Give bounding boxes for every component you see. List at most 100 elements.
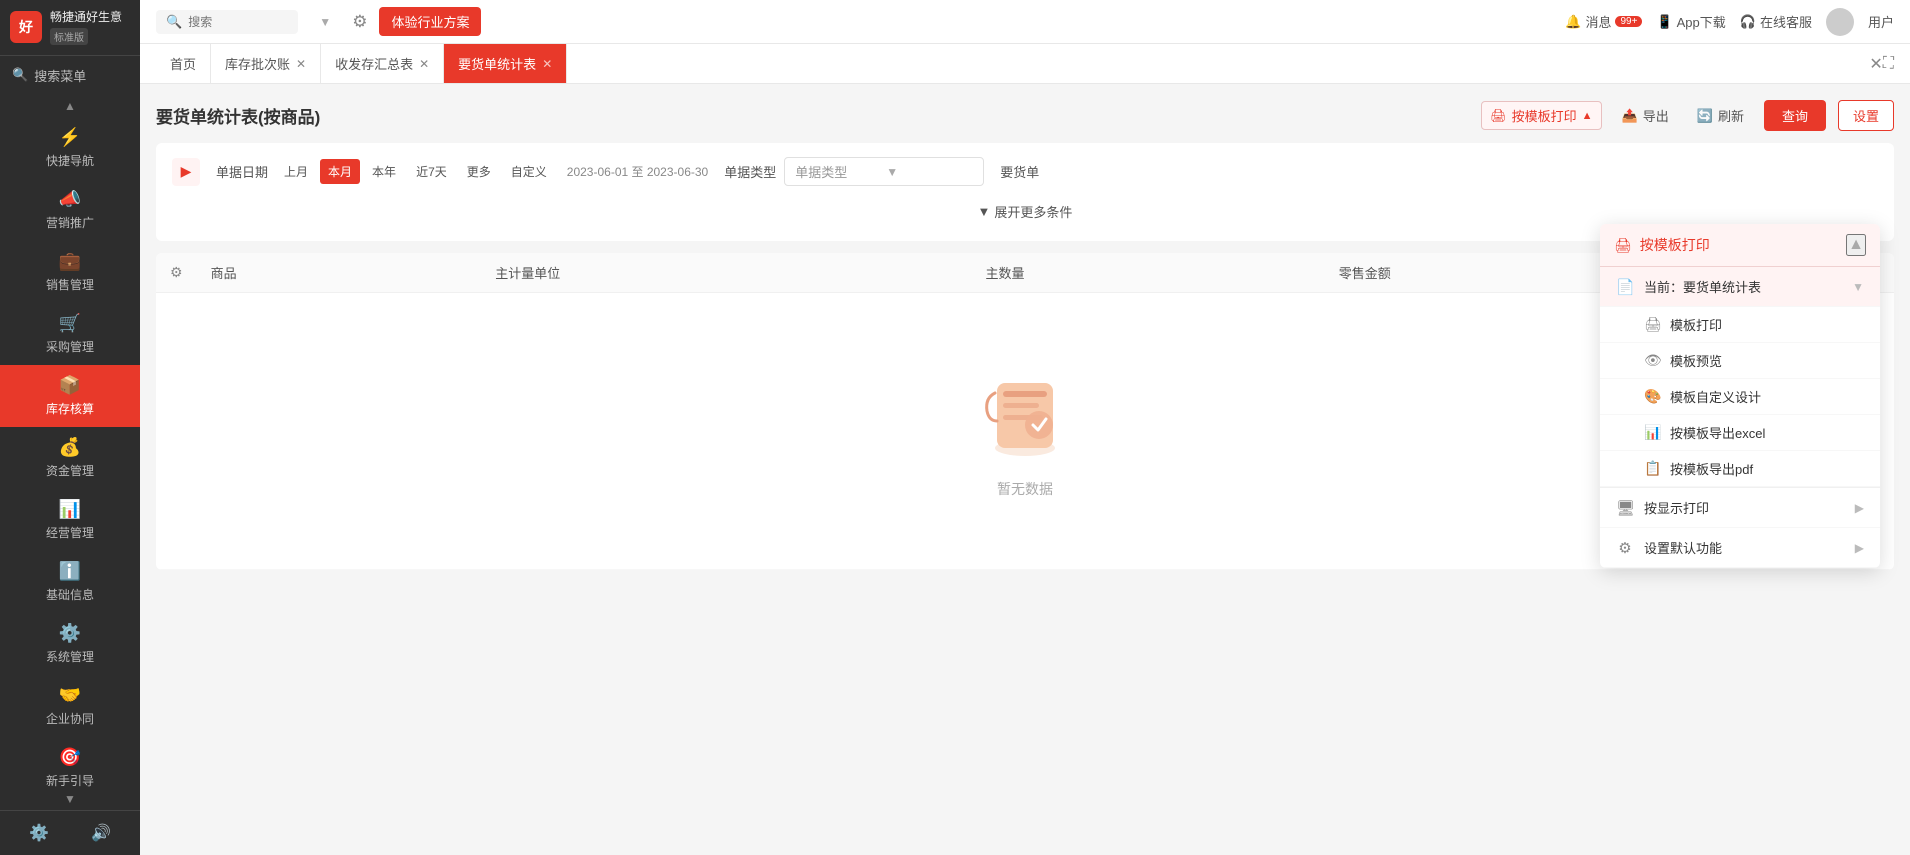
dropdown-default-left: ⚙ 设置默认功能 [1616,538,1722,557]
tab-inventory-batch-label: 库存批次账 [225,54,290,73]
finance-icon: 💰 [59,437,81,458]
dropdown-current-left: 📄 当前：要货单统计表 [1616,277,1761,296]
print-dropdown-arrow: ▲ [1582,110,1593,122]
messages-badge: 99+ [1615,16,1642,27]
inventory-icon: 📦 [59,375,81,396]
window-maximize-btn[interactable]: ⛶ [1883,55,1894,73]
sidebar-item-basic[interactable]: ℹ️ 基础信息 [0,551,140,613]
refresh-btn[interactable]: 🔄 刷新 [1689,102,1752,129]
dropdown-close-btn[interactable]: ▲ [1846,234,1866,256]
dropdown-template-print[interactable]: 🖨 模板打印 [1600,307,1880,343]
mobile-icon: 📱 [1656,14,1672,30]
display-print-icon: 🖥 [1616,499,1634,517]
dropdown-template-custom[interactable]: 🎨 模板自定义设计 [1600,379,1880,415]
window-close-btn[interactable]: ✕ [1869,54,1882,74]
refresh-label: 刷新 [1718,106,1744,125]
expand-btn[interactable]: ▼ 展开更多条件 [966,196,1085,227]
expand-icon: ▼ [978,204,991,219]
sidebar-item-label: 销售管理 [46,276,94,293]
bill-type-select[interactable]: 单据类型 ▼ [784,157,984,186]
gear-icon[interactable]: ⚙ [352,12,367,32]
dropdown-template-excel[interactable]: 📊 按模板导出excel [1600,415,1880,451]
dropdown-template-pdf[interactable]: 📋 按模板导出pdf [1600,451,1880,487]
tab-collection-summary[interactable]: 收发存汇总表 ✕ [321,44,444,83]
col-header-product: 商品 [197,253,482,293]
bill-type-value: 单据类型 [795,162,882,181]
settings-btn[interactable]: 设置 [1838,100,1894,131]
tab-order-stats-close[interactable]: ✕ [542,57,552,71]
dropdown-template-preview[interactable]: 👁 模板预览 [1600,343,1880,379]
export-icon: 📤 [1622,108,1638,124]
sidebar-item-sales[interactable]: 💼 销售管理 [0,241,140,303]
messages-label: 消息 [1585,12,1611,31]
sidebar-bottom: ⚙️ 🔊 [0,810,140,855]
sidebar-item-operation[interactable]: 📊 经营管理 [0,489,140,551]
sidebar-item-guide[interactable]: 🎯 新手引导 [0,737,140,788]
col-header-qty: 主数量 [971,253,1324,293]
sidebar-item-label: 采购管理 [46,338,94,355]
template-print-label: 模板打印 [1670,315,1722,334]
order-source-label: 要货单 [1000,162,1039,181]
dropdown-arrow-icon[interactable]: ▼ [319,15,331,29]
online-service-btn[interactable]: 🎧 在线客服 [1740,12,1812,31]
sidebar-item-marketing[interactable]: 📣 营销推广 [0,179,140,241]
experience-btn[interactable]: 体验行业方案 [379,7,481,36]
headset-icon: 🎧 [1740,14,1756,30]
dropdown-current-item[interactable]: 📄 当前：要货单统计表 ▼ [1600,267,1880,307]
online-service-label: 在线客服 [1760,12,1812,31]
marketing-icon: 📣 [59,189,81,210]
date-btn-custom[interactable]: 自定义 [503,159,555,184]
query-btn[interactable]: 查询 [1764,100,1826,131]
dropdown-default-func[interactable]: ⚙ 设置默认功能 ▶ [1600,528,1880,568]
messages-btn[interactable]: 🔔 消息 99+ [1565,12,1642,31]
date-btn-more[interactable]: 更多 [459,159,499,184]
template-custom-label: 模板自定义设计 [1670,387,1761,406]
sidebar-item-system[interactable]: ⚙️ 系统管理 [0,613,140,675]
user-avatar[interactable] [1826,8,1854,36]
export-btn[interactable]: 📤 导出 [1614,102,1677,129]
page-header: 要货单统计表(按商品) 🖨 按模板打印 ▲ 📤 导出 🔄 刷新 查询 设置 [156,100,1894,131]
date-btn-this-month[interactable]: 本月 [320,159,360,184]
bill-type-filter: 单据类型 单据类型 ▼ [724,157,984,186]
logo-icon: 好 [10,11,42,43]
table-settings-icon[interactable]: ⚙ [170,264,183,280]
sales-icon: 💼 [59,251,81,272]
date-btn-last-month[interactable]: 上月 [276,159,316,184]
sidebar-item-purchase[interactable]: 🛒 采购管理 [0,303,140,365]
sound-icon[interactable]: 🔊 [91,823,111,843]
tab-inventory-batch[interactable]: 库存批次账 ✕ [211,44,321,83]
date-filter: 单据日期 上月 本月 本年 近7天 更多 自定义 2023-06-01 至 20… [216,159,708,184]
date-btn-this-year[interactable]: 本年 [364,159,404,184]
print-template-label: 按模板打印 [1512,106,1577,125]
dropdown-display-print[interactable]: 🖥 按显示打印 ▶ [1600,488,1880,528]
topbar-icons: 🔔 消息 99+ 📱 App下载 🎧 在线客服 用户 [1565,8,1894,36]
scroll-down-btn[interactable]: ▼ [0,788,140,810]
sidebar-item-finance[interactable]: 💰 资金管理 [0,427,140,489]
sidebar-item-quick-nav[interactable]: ⚡ 快捷导航 [0,117,140,179]
tab-inventory-batch-close[interactable]: ✕ [296,57,306,71]
tab-order-stats-label: 要货单统计表 [458,54,536,73]
bill-type-label: 单据类型 [724,162,776,181]
topbar-search-input[interactable] [188,15,288,29]
dropdown-default-label: 设置默认功能 [1644,538,1722,557]
dropdown-printer-icon: 🖨 [1614,237,1632,254]
filter-toggle-btn[interactable]: ▶ [172,158,200,186]
sidebar-item-enterprise[interactable]: 🤝 企业协同 [0,675,140,737]
tab-collection-summary-close[interactable]: ✕ [419,57,429,71]
settings-icon[interactable]: ⚙️ [29,823,49,843]
scroll-up-btn[interactable]: ▲ [0,95,140,117]
tab-order-stats[interactable]: 要货单统计表 ✕ [444,44,567,83]
sidebar-search[interactable]: 🔍 搜索菜单 [0,56,140,95]
sidebar-item-label: 企业协同 [46,710,94,727]
dropdown-display-label: 按显示打印 [1644,498,1709,517]
filter-row: ▶ 单据日期 上月 本月 本年 近7天 更多 自定义 2023-06-01 至 … [172,157,1878,186]
sidebar-nav: ⚡ 快捷导航 📣 营销推广 💼 销售管理 🛒 采购管理 📦 库存核算 💰 资金管… [0,117,140,788]
date-btn-7days[interactable]: 近7天 [408,159,455,184]
tab-home[interactable]: 首页 [156,44,211,83]
sidebar-item-inventory[interactable]: 📦 库存核算 [0,365,140,427]
topbar-search-box[interactable]: 🔍 [156,10,298,34]
app-download-btn[interactable]: 📱 App下载 [1656,12,1725,31]
empty-text: 暂无数据 [997,479,1053,499]
template-custom-icon: 🎨 [1644,388,1662,405]
print-template-btn[interactable]: 🖨 按模板打印 ▲ [1481,101,1601,130]
